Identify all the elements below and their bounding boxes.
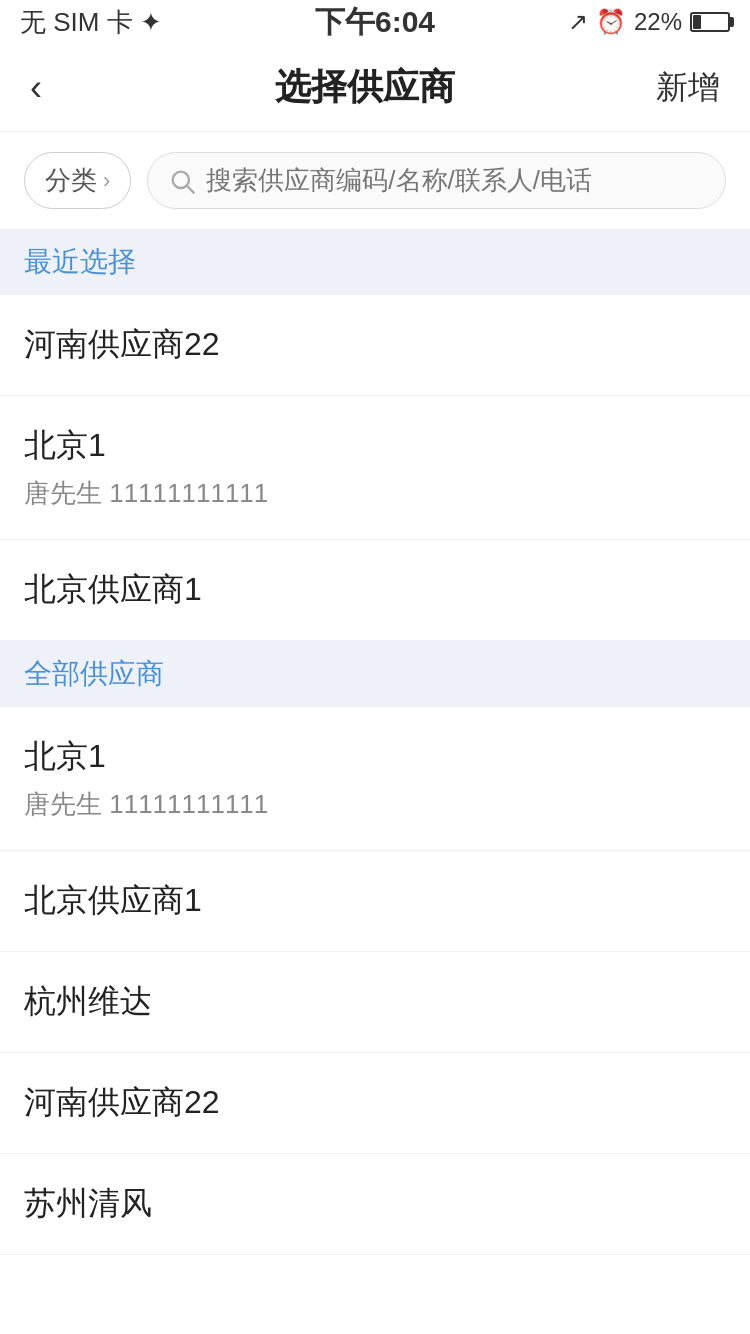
all-items-list: 北京1 唐先生 11111111111 北京供应商1 杭州维达河南供应商22 苏州清风: [0, 707, 750, 1255]
recent-section-header: 最近选择: [0, 229, 750, 295]
back-button[interactable]: ‹: [30, 67, 90, 109]
add-button[interactable]: 新增: [640, 66, 720, 110]
item-name: 河南供应商22: [24, 323, 726, 367]
list-item[interactable]: 北京1 唐先生 11111111111: [0, 396, 750, 540]
list-item[interactable]: 河南供应商22: [0, 295, 750, 396]
page-title: 选择供应商: [90, 63, 640, 112]
svg-line-1: [188, 186, 194, 192]
battery-text: 22%: [634, 8, 682, 36]
list-item[interactable]: 北京供应商1: [0, 851, 750, 952]
status-time: 下午6:04: [315, 2, 435, 43]
alarm-icon: ⏰: [596, 8, 626, 36]
category-label: 分类: [45, 163, 97, 198]
filter-bar: 分类 ›: [0, 132, 750, 229]
item-name: 北京1: [24, 735, 726, 779]
item-name: 河南供应商22: [24, 1081, 726, 1125]
item-name: 北京1: [24, 424, 726, 468]
item-name: 苏州清风: [24, 1182, 726, 1226]
chevron-right-icon: ›: [103, 168, 110, 194]
status-left: 无 SIM 卡 ✦: [20, 5, 162, 40]
search-box: [147, 152, 726, 209]
status-right: ↗ ⏰ 22%: [568, 8, 730, 36]
item-name: 北京供应商1: [24, 568, 726, 612]
search-input[interactable]: [206, 165, 705, 196]
item-name: 杭州维达: [24, 980, 726, 1024]
nav-bar: ‹ 选择供应商 新增: [0, 44, 750, 132]
battery-icon: [690, 12, 730, 32]
list-item[interactable]: 北京1 唐先生 11111111111: [0, 707, 750, 851]
list-item[interactable]: 苏州清风: [0, 1154, 750, 1255]
list-item[interactable]: 杭州维达: [0, 952, 750, 1053]
location-icon: ↗: [568, 8, 588, 36]
list-item[interactable]: 河南供应商22: [0, 1053, 750, 1154]
all-section-header: 全部供应商: [0, 641, 750, 707]
sim-status: 无 SIM 卡 ✦: [20, 5, 162, 40]
search-icon: [168, 167, 196, 195]
status-bar: 无 SIM 卡 ✦ 下午6:04 ↗ ⏰ 22%: [0, 0, 750, 44]
item-name: 北京供应商1: [24, 879, 726, 923]
category-button[interactable]: 分类 ›: [24, 152, 131, 209]
recent-items-list: 河南供应商22 北京1 唐先生 11111111111 北京供应商1: [0, 295, 750, 641]
item-sub: 唐先生 11111111111: [24, 787, 726, 822]
list-item[interactable]: 北京供应商1: [0, 540, 750, 641]
item-sub: 唐先生 11111111111: [24, 476, 726, 511]
